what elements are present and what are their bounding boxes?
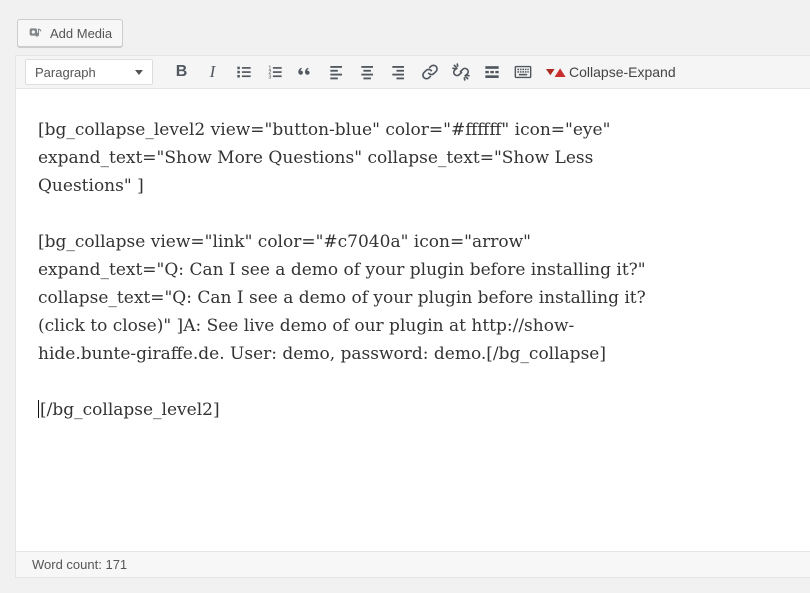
bold-icon: B (175, 63, 188, 80)
paragraph-format-dropdown[interactable]: Paragraph (25, 59, 153, 85)
media-icon (28, 25, 44, 41)
read-more-tag-button[interactable] (476, 59, 507, 85)
editor-text-line: expand_text="Show More Questions" collap… (38, 148, 594, 168)
add-media-label: Add Media (50, 25, 113, 41)
svg-text:3: 3 (268, 75, 271, 81)
italic-icon: I (209, 62, 216, 81)
blockquote-button[interactable] (290, 59, 321, 85)
insert-link-button[interactable] (414, 59, 445, 85)
align-left-button[interactable] (321, 59, 352, 85)
align-center-button[interactable] (352, 59, 383, 85)
align-right-icon (391, 66, 404, 80)
editor-text-line: [bg_collapse view="link" color="#c7040a"… (38, 232, 531, 252)
collapse-expand-button[interactable]: Collapse-Expand (546, 64, 676, 80)
read-more-icon (484, 66, 499, 78)
align-center-icon (360, 66, 373, 80)
add-media-button[interactable]: Add Media (17, 19, 124, 47)
unlink-icon (451, 63, 470, 81)
editor-text-line: [/bg_collapse_level2] (38, 400, 220, 420)
chevron-down-icon (135, 69, 143, 75)
editor-paragraph: [bg_collapse_level2 view="button-blue" c… (38, 116, 791, 200)
bold-button[interactable]: B (166, 59, 197, 85)
collapse-expand-label: Collapse-Expand (569, 64, 676, 80)
format-dropdown-value: Paragraph (35, 64, 96, 80)
word-count: Word count: 171 (32, 557, 128, 572)
editor-text-line: (click to close)" ]A: See live demo of o… (38, 316, 575, 336)
editor-text-line: [bg_collapse_level2 view="button-blue" c… (38, 120, 611, 140)
bulleted-list-icon (236, 66, 251, 78)
align-left-icon (329, 66, 342, 80)
editor-toolbar: Paragraph B I 1 2 3 Collapse-Expand (16, 56, 810, 89)
collapse-expand-icon (546, 67, 566, 77)
editor-text-line: Questions" ] (38, 176, 144, 196)
editor-text-line: hide.bunte-giraffe.de. User: demo, passw… (38, 344, 606, 364)
editor-panel: Paragraph B I 1 2 3 Collapse-Expand [bg_… (15, 55, 810, 578)
editor-paragraph: [/bg_collapse_level2] (38, 396, 791, 424)
bulleted-list-button[interactable] (228, 59, 259, 85)
link-icon (421, 64, 438, 80)
numbered-list-button[interactable]: 1 2 3 (259, 59, 290, 85)
toolbar-toggle-button[interactable] (507, 59, 538, 85)
status-bar: Word count: 171 (16, 551, 810, 577)
blockquote-icon (297, 67, 310, 75)
remove-link-button[interactable] (445, 59, 476, 85)
text-cursor (38, 400, 39, 418)
numbered-list-icon: 1 2 3 (268, 66, 282, 81)
editor-text-line: collapse_text="Q: Can I see a demo of yo… (38, 288, 646, 308)
align-right-button[interactable] (383, 59, 414, 85)
editor-content-area[interactable]: [bg_collapse_level2 view="button-blue" c… (16, 89, 810, 551)
keyboard-icon (514, 65, 531, 79)
editor-paragraph: [bg_collapse view="link" color="#c7040a"… (38, 228, 791, 368)
editor-text-line: expand_text="Q: Can I see a demo of your… (38, 260, 646, 280)
italic-button[interactable]: I (197, 59, 228, 85)
